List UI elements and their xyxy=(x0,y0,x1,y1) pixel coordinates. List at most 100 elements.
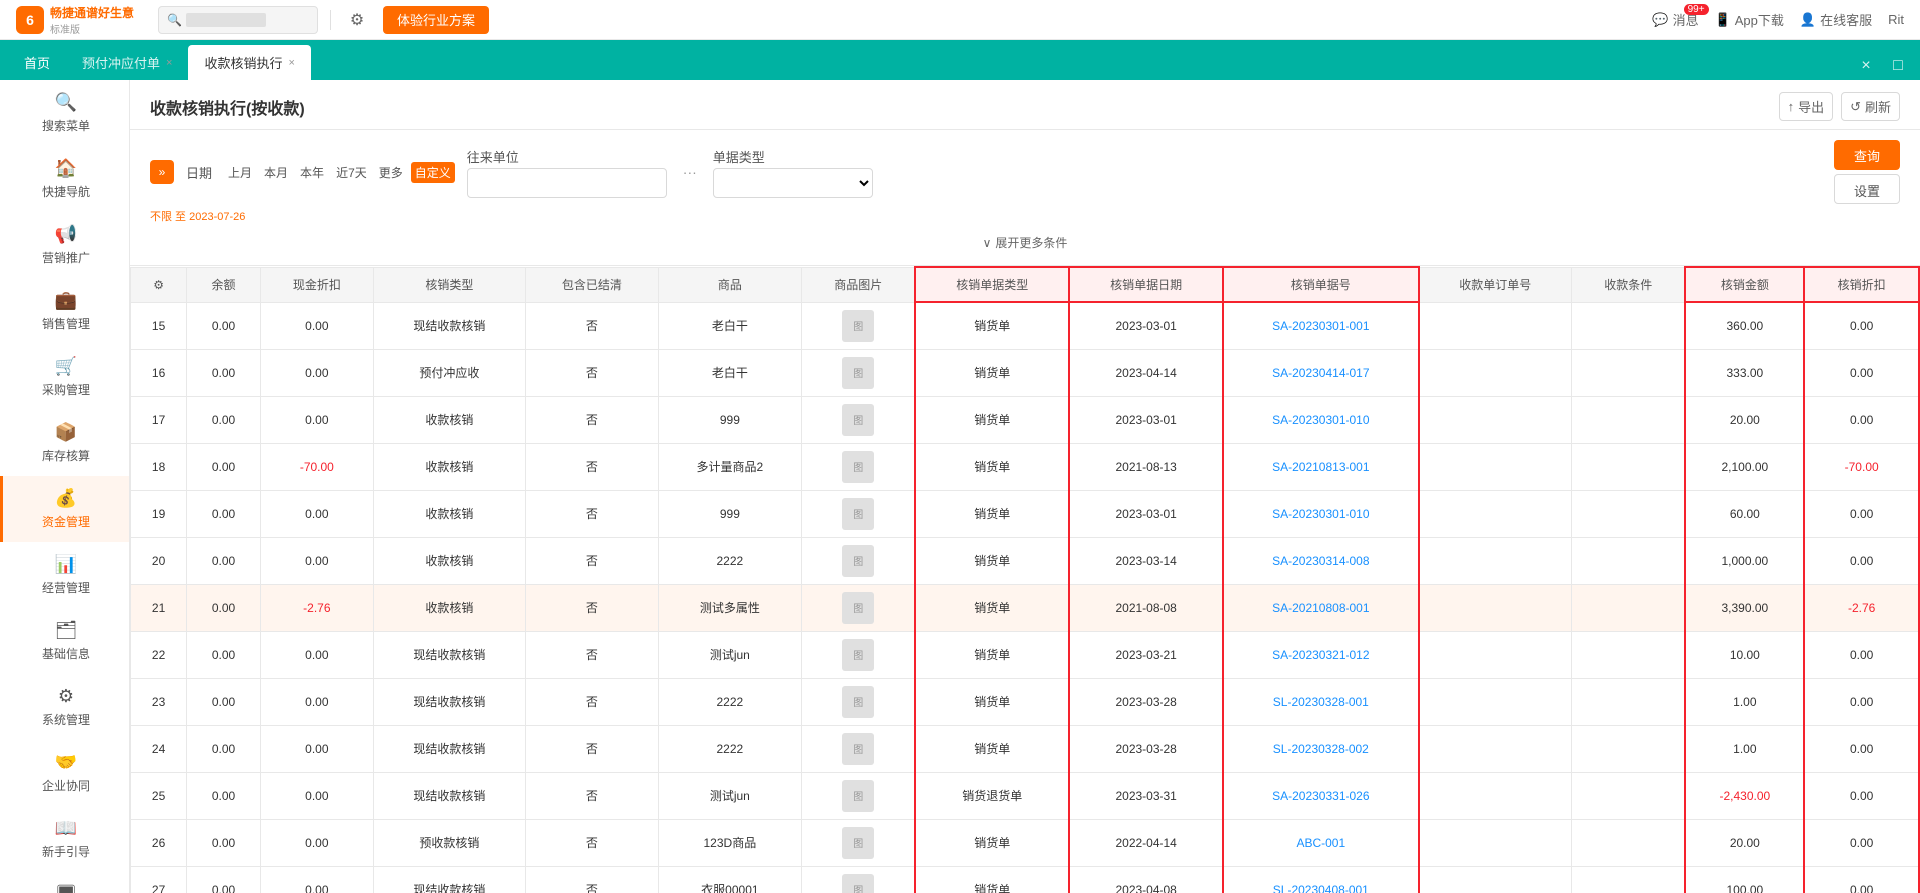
sidebar-item-basic[interactable]: 🗂 基础信息 xyxy=(0,608,129,674)
cell-type: 收款核销 xyxy=(373,443,525,490)
sidebar-item-operation[interactable]: 📊 经营管理 xyxy=(0,542,129,608)
tab-prepay-close[interactable]: × xyxy=(166,57,172,69)
basic-icon: 🗂 xyxy=(55,620,78,641)
cell-amount: 60.00 xyxy=(1685,490,1804,537)
tab-home[interactable]: 首页 xyxy=(8,45,66,80)
hardware-icon: 🖥 xyxy=(55,884,78,893)
date-this-year[interactable]: 本年 xyxy=(296,162,328,183)
app-download-button[interactable]: 📱 App下载 xyxy=(1715,10,1784,29)
top-search[interactable]: 🔍 xyxy=(158,6,318,34)
doc-no-link[interactable]: SL-20230328-002 xyxy=(1273,742,1369,756)
sidebar-item-search[interactable]: 🔍 搜索菜单 xyxy=(0,80,129,146)
refresh-button[interactable]: ↺ 刷新 xyxy=(1841,92,1900,121)
cell-writeoff-discount: 0.00 xyxy=(1804,866,1919,893)
sidebar-item-inventory[interactable]: 📦 库存核算 xyxy=(0,410,129,476)
cell-doc-type: 销货单 xyxy=(915,866,1069,893)
doc-no-link[interactable]: SL-20230408-001 xyxy=(1273,883,1369,893)
doc-no-link[interactable]: SL-20230328-001 xyxy=(1273,695,1369,709)
date-range-display: 不限 至 2023-07-26 xyxy=(150,211,245,223)
more-options-button[interactable]: ··· xyxy=(679,164,701,180)
date-this-month[interactable]: 本月 xyxy=(260,162,292,183)
tab-writeoff-close[interactable]: × xyxy=(288,57,294,69)
doc-no-link[interactable]: SA-20230301-010 xyxy=(1272,507,1369,521)
export-button[interactable]: ↑ 导出 xyxy=(1779,92,1834,121)
doc-no-link[interactable]: SA-20230321-012 xyxy=(1272,648,1369,662)
expand-filter-button[interactable]: » xyxy=(150,160,174,184)
industry-solution-button[interactable]: 体验行业方案 xyxy=(383,6,489,34)
sidebar-item-system[interactable]: ⚙ 系统管理 xyxy=(0,674,129,740)
date-last-month[interactable]: 上月 xyxy=(224,162,256,183)
doc-no-link[interactable]: SA-20230414-017 xyxy=(1272,366,1369,380)
user-name[interactable]: Rit xyxy=(1888,12,1904,27)
cell-order-no xyxy=(1419,396,1572,443)
cell-discount: 0.00 xyxy=(260,678,373,725)
doc-no-link[interactable]: SA-20230301-010 xyxy=(1272,413,1369,427)
cell-balance: 0.00 xyxy=(187,725,261,772)
doc-type-select[interactable] xyxy=(713,168,873,198)
date-more[interactable]: 更多 xyxy=(375,162,407,183)
settings-button[interactable]: 设置 xyxy=(1834,174,1900,204)
sidebar-item-sales[interactable]: 💼 销售管理 xyxy=(0,278,129,344)
col-setting[interactable]: ⚙ xyxy=(131,267,187,302)
cell-type: 现结收款核销 xyxy=(373,866,525,893)
col-doc-no: 核销单据号 xyxy=(1223,267,1418,302)
cell-doc-date: 2023-03-28 xyxy=(1069,725,1223,772)
doc-no-link[interactable]: ABC-001 xyxy=(1296,836,1345,850)
tab-writeoff[interactable]: 收款核销执行 × xyxy=(188,45,310,80)
date-custom[interactable]: 自定义 xyxy=(411,162,455,183)
cell-amount: 360.00 xyxy=(1685,302,1804,349)
sidebar-item-enterprise[interactable]: 🤝 企业协同 xyxy=(0,740,129,806)
cell-doc-type: 销货单 xyxy=(915,537,1069,584)
cell-type: 预付冲应收 xyxy=(373,349,525,396)
sidebar-item-hardware[interactable]: 🖥 智能硬件 xyxy=(0,872,129,893)
sidebar-item-capital[interactable]: 💰 资金管理 xyxy=(0,476,129,542)
cell-order-no xyxy=(1419,302,1572,349)
col-condition: 收款条件 xyxy=(1572,267,1686,302)
cell-balance: 0.00 xyxy=(187,396,261,443)
cell-condition xyxy=(1572,584,1686,631)
cell-condition xyxy=(1572,537,1686,584)
cell-discount: 0.00 xyxy=(260,490,373,537)
sidebar-item-capital-label: 资金管理 xyxy=(42,513,90,530)
close-window-button[interactable]: × xyxy=(1852,52,1880,80)
sidebar-item-basic-label: 基础信息 xyxy=(42,645,90,662)
doc-no-link[interactable]: SA-20210813-001 xyxy=(1272,460,1369,474)
cell-doc-type: 销货单 xyxy=(915,490,1069,537)
cell-settled: 否 xyxy=(526,396,659,443)
col-amount: 核销金额 xyxy=(1685,267,1804,302)
cell-type: 现结收款核销 xyxy=(373,631,525,678)
app-download-label: App下载 xyxy=(1735,10,1784,29)
sidebar-item-purchase[interactable]: 🛒 采购管理 xyxy=(0,344,129,410)
from-unit-input[interactable] xyxy=(467,168,667,198)
online-service-button[interactable]: 👤 在线客服 xyxy=(1800,10,1872,29)
doc-no-link[interactable]: SA-20210808-001 xyxy=(1272,601,1369,615)
query-button[interactable]: 查询 xyxy=(1834,140,1900,170)
sidebar-item-quick[interactable]: 🏠 快捷导航 xyxy=(0,146,129,212)
col-goods: 商品 xyxy=(658,267,802,302)
doc-no-link[interactable]: SA-20230331-026 xyxy=(1272,789,1369,803)
sidebar: 🔍 搜索菜单 🏠 快捷导航 📢 营销推广 💼 销售管理 🛒 采购管理 📦 库存核… xyxy=(0,80,130,893)
expand-more-label: 展开更多条件 xyxy=(995,234,1067,251)
doc-no-link[interactable]: SA-20230301-001 xyxy=(1272,319,1369,333)
export-label: 导出 xyxy=(1798,97,1824,116)
sidebar-item-marketing[interactable]: 📢 营销推广 xyxy=(0,212,129,278)
doc-no-link[interactable]: SA-20230314-008 xyxy=(1272,554,1369,568)
date-7days[interactable]: 近7天 xyxy=(332,162,371,183)
cell-amount: 20.00 xyxy=(1685,396,1804,443)
cell-goods-img: 图 xyxy=(802,584,916,631)
service-icon: 👤 xyxy=(1800,12,1816,28)
gear-button[interactable]: ⚙ xyxy=(343,6,371,34)
cell-settled: 否 xyxy=(526,678,659,725)
table-row: 19 0.00 0.00 收款核销 否 999 图 销货单 2023-03-01… xyxy=(131,490,1920,537)
cell-amount: 1.00 xyxy=(1685,678,1804,725)
message-button[interactable]: 💬 消息 99+ xyxy=(1652,10,1698,29)
cell-discount: 0.00 xyxy=(260,772,373,819)
expand-more-conditions[interactable]: ∨ 展开更多条件 xyxy=(150,230,1900,255)
export-icon: ↑ xyxy=(1788,99,1795,114)
table-row: 27 0.00 0.00 现结收款核销 否 衣服00001 图 销货单 2023… xyxy=(131,866,1920,893)
tab-prepay[interactable]: 预付冲应付单 × xyxy=(66,45,188,80)
sidebar-item-guide[interactable]: 📖 新手引导 xyxy=(0,806,129,872)
cell-order-no xyxy=(1419,443,1572,490)
cell-doc-date: 2022-04-14 xyxy=(1069,819,1223,866)
maximize-window-button[interactable]: □ xyxy=(1884,52,1912,80)
